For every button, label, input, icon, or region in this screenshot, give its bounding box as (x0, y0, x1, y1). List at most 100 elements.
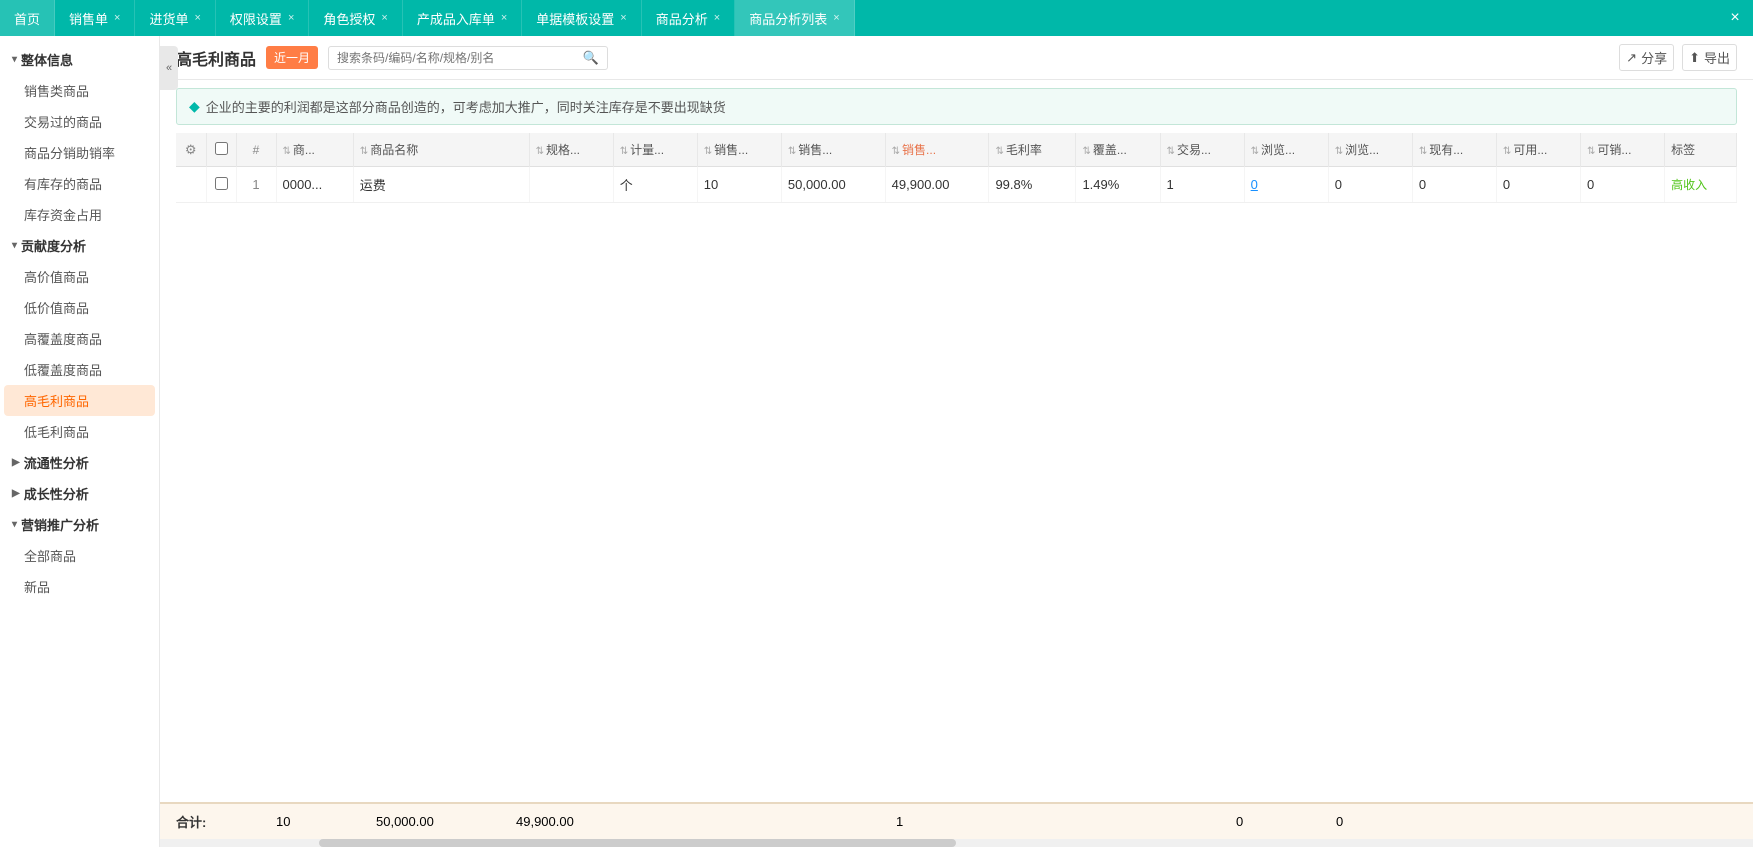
sidebar-item-high-coverage[interactable]: 高覆盖度商品 (0, 323, 159, 354)
col-settings-header[interactable]: ⚙ (176, 133, 206, 167)
col-saleable-header: ⇅可销... (1581, 133, 1665, 167)
filter-recent-month-button[interactable]: 近一月 (266, 46, 318, 69)
col-sales2-header: ⇅销售... (781, 133, 885, 167)
cell-sales2: 50,000.00 (781, 167, 885, 203)
main-layout: ▾ 整体信息 销售类商品 交易过的商品 商品分销助销率 有库存的商品 库存资金占… (0, 36, 1753, 847)
sort-icon: ⇅ (283, 146, 291, 157)
sort-icon-cover: ⇅ (1082, 146, 1090, 157)
col-grossrate-header: ⇅毛利率 (989, 133, 1076, 167)
close-purchase-tab[interactable]: × (194, 12, 200, 24)
cell-checkbox[interactable] (206, 167, 236, 203)
col-unit-header: ⇅计量... (613, 133, 697, 167)
nav-tab-purchase[interactable]: 进货单 × (135, 0, 215, 36)
nav-tab-analysis[interactable]: 商品分析 × (642, 0, 735, 36)
sidebar-item-traded-goods[interactable]: 交易过的商品 (0, 106, 159, 137)
col-name-header: ⇅商品名称 (353, 133, 529, 167)
sidebar-item-low-coverage[interactable]: 低覆盖度商品 (0, 354, 159, 385)
nav-tab-template[interactable]: 单据模板设置 × (522, 0, 641, 36)
sort-icon-current: ⇅ (1419, 146, 1427, 157)
sort-icon-browse2: ⇅ (1335, 146, 1343, 157)
arrow-icon-contribution: ▾ (12, 240, 17, 251)
sidebar-group-growth[interactable]: ▶ 成长性分析 (0, 478, 159, 509)
arrow-icon-liquidity: ▶ (12, 457, 20, 468)
sidebar-group-liquidity[interactable]: ▶ 流通性分析 (0, 447, 159, 478)
nav-tab-sales[interactable]: 销售单 × (55, 0, 135, 36)
sidebar-item-stocked-goods[interactable]: 有库存的商品 (0, 168, 159, 199)
horizontal-scrollbar[interactable] (160, 839, 1753, 847)
sort-icon-sales2: ⇅ (788, 146, 796, 157)
sidebar-group-marketing[interactable]: ▾ 营销推广分析 (0, 509, 159, 540)
cell-grossrate: 99.8% (989, 167, 1076, 203)
sidebar-collapse-button[interactable]: « (160, 46, 178, 90)
sidebar: ▾ 整体信息 销售类商品 交易过的商品 商品分销助销率 有库存的商品 库存资金占… (0, 36, 160, 847)
cell-current: 0 (1412, 167, 1496, 203)
cell-sales3: 49,900.00 (885, 167, 989, 203)
scrollbar-thumb[interactable] (319, 839, 956, 847)
footer-label: 合计: (176, 812, 256, 831)
content-area: 高毛利商品 近一月 🔍 ↗ 分享 ⬆ 导出 ◆ 企业的主要的利润都是这部分商品创… (160, 36, 1753, 847)
nav-tab-home[interactable]: 首页 (0, 0, 55, 36)
sort-icon-available: ⇅ (1503, 146, 1511, 157)
col-spec-header: ⇅规格... (529, 133, 613, 167)
col-current-header: ⇅现有... (1412, 133, 1496, 167)
sidebar-item-new-goods[interactable]: 新品 (0, 571, 159, 602)
cell-num: 1 (236, 167, 276, 203)
export-icon: ⬆ (1689, 50, 1700, 66)
footer-sales2: 50,000.00 (376, 814, 476, 829)
sidebar-group-overall[interactable]: ▾ 整体信息 (0, 44, 159, 75)
nav-tab-permission[interactable]: 权限设置 × (216, 0, 309, 36)
window-close-button[interactable]: × (1717, 0, 1753, 36)
footer-available: 0 (1236, 814, 1296, 829)
close-sales-tab[interactable]: × (114, 12, 120, 24)
page-title: 高毛利商品 (176, 46, 256, 70)
cell-code: 0000... (276, 167, 353, 203)
table-row: 1 0000... 运费 个 10 50,000.00 49,900.00 99… (176, 167, 1737, 203)
export-button[interactable]: ⬆ 导出 (1682, 44, 1737, 71)
sort-icon-sales1: ⇅ (704, 146, 712, 157)
footer-cells: 10 50,000.00 49,900.00 1 0 0 (256, 814, 1737, 829)
nav-tab-role[interactable]: 角色授权 × (309, 0, 402, 36)
sidebar-item-high-value[interactable]: 高价值商品 (0, 261, 159, 292)
share-button[interactable]: ↗ 分享 (1619, 44, 1674, 71)
col-checkbox-header[interactable] (206, 133, 236, 167)
cell-available: 0 (1496, 167, 1580, 203)
nav-tab-analysis-list[interactable]: 商品分析列表 × (735, 0, 854, 36)
row-checkbox[interactable] (215, 177, 228, 190)
close-role-tab[interactable]: × (381, 12, 387, 24)
col-code-header: ⇅商... (276, 133, 353, 167)
close-template-tab[interactable]: × (620, 12, 626, 24)
sidebar-item-high-gross[interactable]: 高毛利商品 (4, 385, 155, 416)
sort-icon-sales3: ⇅ (892, 146, 900, 157)
search-box: 🔍 (328, 46, 608, 70)
footer-saleable: 0 (1336, 814, 1396, 829)
data-table: ⚙ # ⇅商... ⇅商品名称 ⇅规格... (176, 133, 1737, 203)
sidebar-item-inventory-capital[interactable]: 库存资金占用 (0, 199, 159, 230)
sidebar-item-low-gross[interactable]: 低毛利商品 (0, 416, 159, 447)
close-permission-tab[interactable]: × (288, 12, 294, 24)
close-analysis-list-tab[interactable]: × (833, 12, 839, 24)
info-banner: ◆ 企业的主要的利润都是这部分商品创造的，可考虑加大推广，同时关注库存是不要出现… (176, 88, 1737, 125)
search-icon[interactable]: 🔍 (583, 50, 599, 66)
table-body: 1 0000... 运费 个 10 50,000.00 49,900.00 99… (176, 167, 1737, 203)
sidebar-group-contribution[interactable]: ▾ 贡献度分析 (0, 230, 159, 261)
search-input[interactable] (337, 51, 577, 65)
select-all-checkbox[interactable] (215, 142, 228, 155)
table-container: ⚙ # ⇅商... ⇅商品名称 ⇅规格... (160, 133, 1753, 802)
cell-trade: 1 (1160, 167, 1244, 203)
sort-icon-browse1: ⇅ (1251, 146, 1259, 157)
sidebar-item-all-goods[interactable]: 全部商品 (0, 540, 159, 571)
col-trade-header: ⇅交易... (1160, 133, 1244, 167)
cell-unit: 个 (613, 167, 697, 203)
action-buttons: ↗ 分享 ⬆ 导出 (1619, 44, 1737, 71)
cell-browse1[interactable]: 0 (1244, 167, 1328, 203)
nav-tab-inbound[interactable]: 产成品入库单 × (403, 0, 522, 36)
arrow-icon-growth: ▶ (12, 488, 20, 499)
close-analysis-tab[interactable]: × (714, 12, 720, 24)
sort-icon-spec: ⇅ (536, 146, 544, 157)
sidebar-item-sales-goods[interactable]: 销售类商品 (0, 75, 159, 106)
col-tag-header: 标签 (1665, 133, 1737, 167)
close-inbound-tab[interactable]: × (501, 12, 507, 24)
sidebar-item-low-value[interactable]: 低价值商品 (0, 292, 159, 323)
sidebar-item-distribution-rate[interactable]: 商品分销助销率 (0, 137, 159, 168)
cell-sales1: 10 (697, 167, 781, 203)
